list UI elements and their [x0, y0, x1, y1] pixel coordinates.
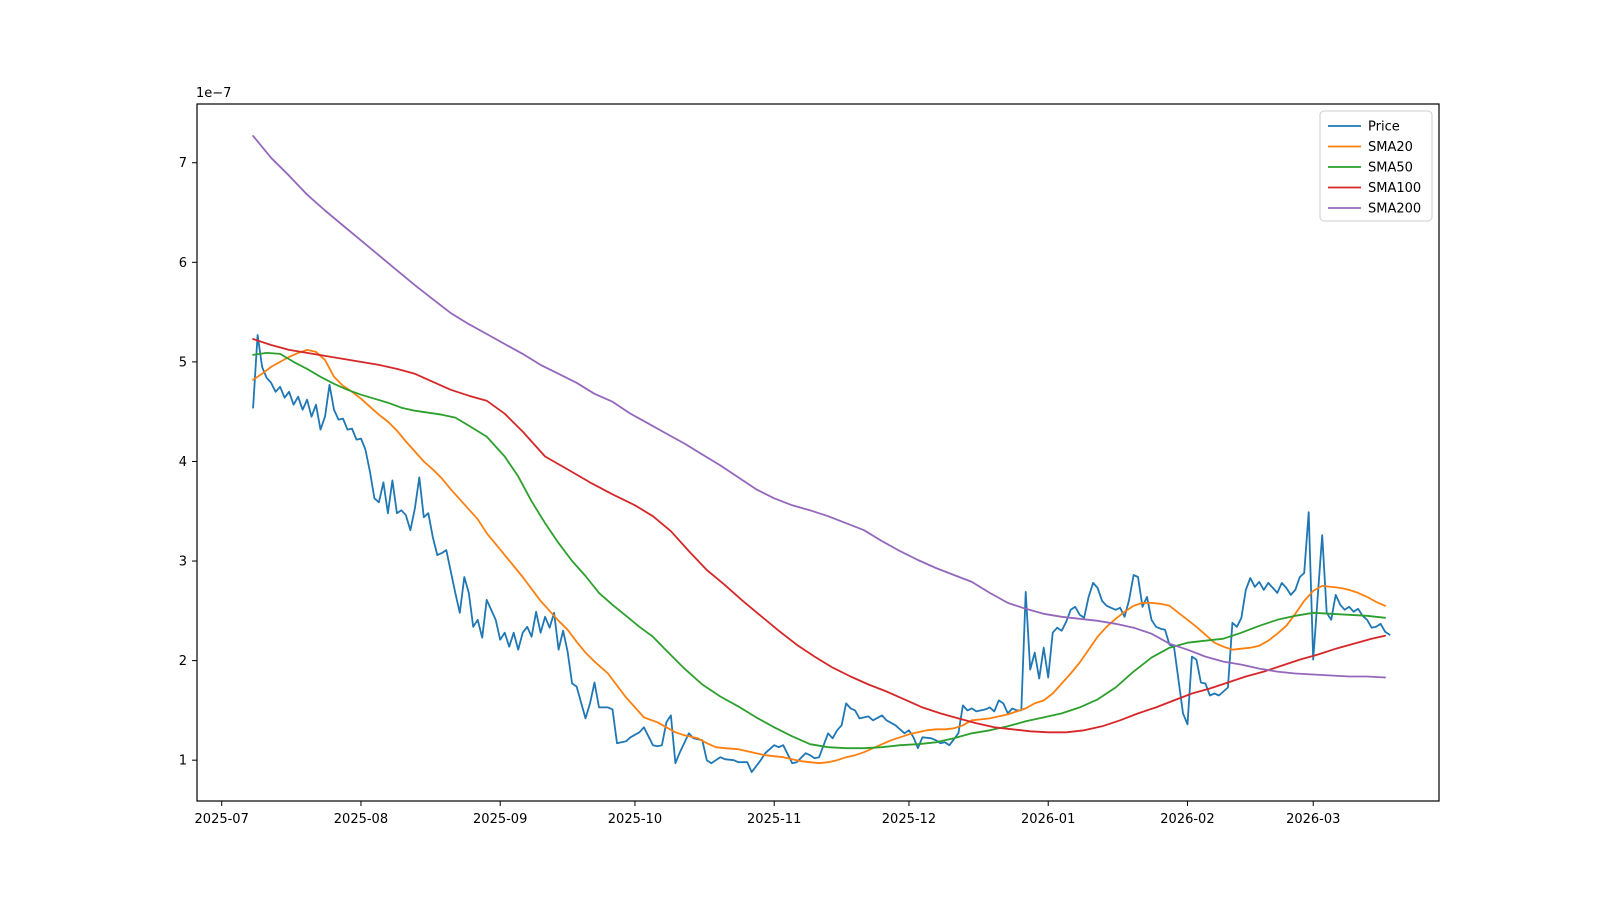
- x-tick-label: 2025-12: [882, 812, 936, 827]
- legend-label: Price: [1368, 120, 1400, 135]
- x-tick-label: 2026-02: [1160, 812, 1214, 827]
- legend-label: SMA100: [1368, 181, 1421, 196]
- y-tick-label: 5: [179, 355, 187, 370]
- y-tick-label: 4: [179, 455, 187, 470]
- x-tick-label: 2025-11: [747, 812, 801, 827]
- series-line-price: [252, 334, 1391, 773]
- legend-label: SMA200: [1368, 202, 1421, 217]
- y-axis: 1 2 3 4 5 6 7: [179, 156, 197, 769]
- x-axis: 2025-07 2025-08 2025-09 2025-10 2025-11 2025-…: [195, 801, 1340, 827]
- x-tick-label: 2025-10: [608, 812, 662, 827]
- x-tick-label: 2025-09: [473, 812, 527, 827]
- legend-label: SMA20: [1368, 140, 1413, 155]
- series-line-sma100: [252, 338, 1386, 734]
- y-tick-label: 2: [179, 654, 187, 669]
- x-tick-label: 2026-01: [1021, 812, 1075, 827]
- legend-label: SMA50: [1368, 161, 1413, 176]
- x-tick-label: 2025-07: [195, 812, 249, 827]
- legend: Price SMA20 SMA50 SMA100 SMA200: [1319, 110, 1433, 222]
- y-tick-label: 7: [179, 156, 187, 171]
- y-tick-label: 6: [179, 256, 187, 271]
- y-axis-offset-label: 1e−7: [196, 86, 231, 101]
- x-tick-label: 2025-08: [334, 812, 388, 827]
- y-tick-label: 1: [179, 754, 187, 769]
- y-tick-label: 3: [179, 555, 187, 570]
- line-chart: 1e−7 2025-07 2025-08 2025-09 2025-10 2025-11…: [179, 86, 1440, 827]
- plot-border: [196, 103, 1440, 802]
- figure: 1e−7 2025-07 2025-08 2025-09 2025-10 2025-11…: [0, 0, 1600, 900]
- x-tick-label: 2026-03: [1286, 812, 1340, 827]
- series-lines: [252, 134, 1391, 773]
- series-line-sma200: [252, 134, 1386, 679]
- series-line-sma50: [252, 351, 1386, 750]
